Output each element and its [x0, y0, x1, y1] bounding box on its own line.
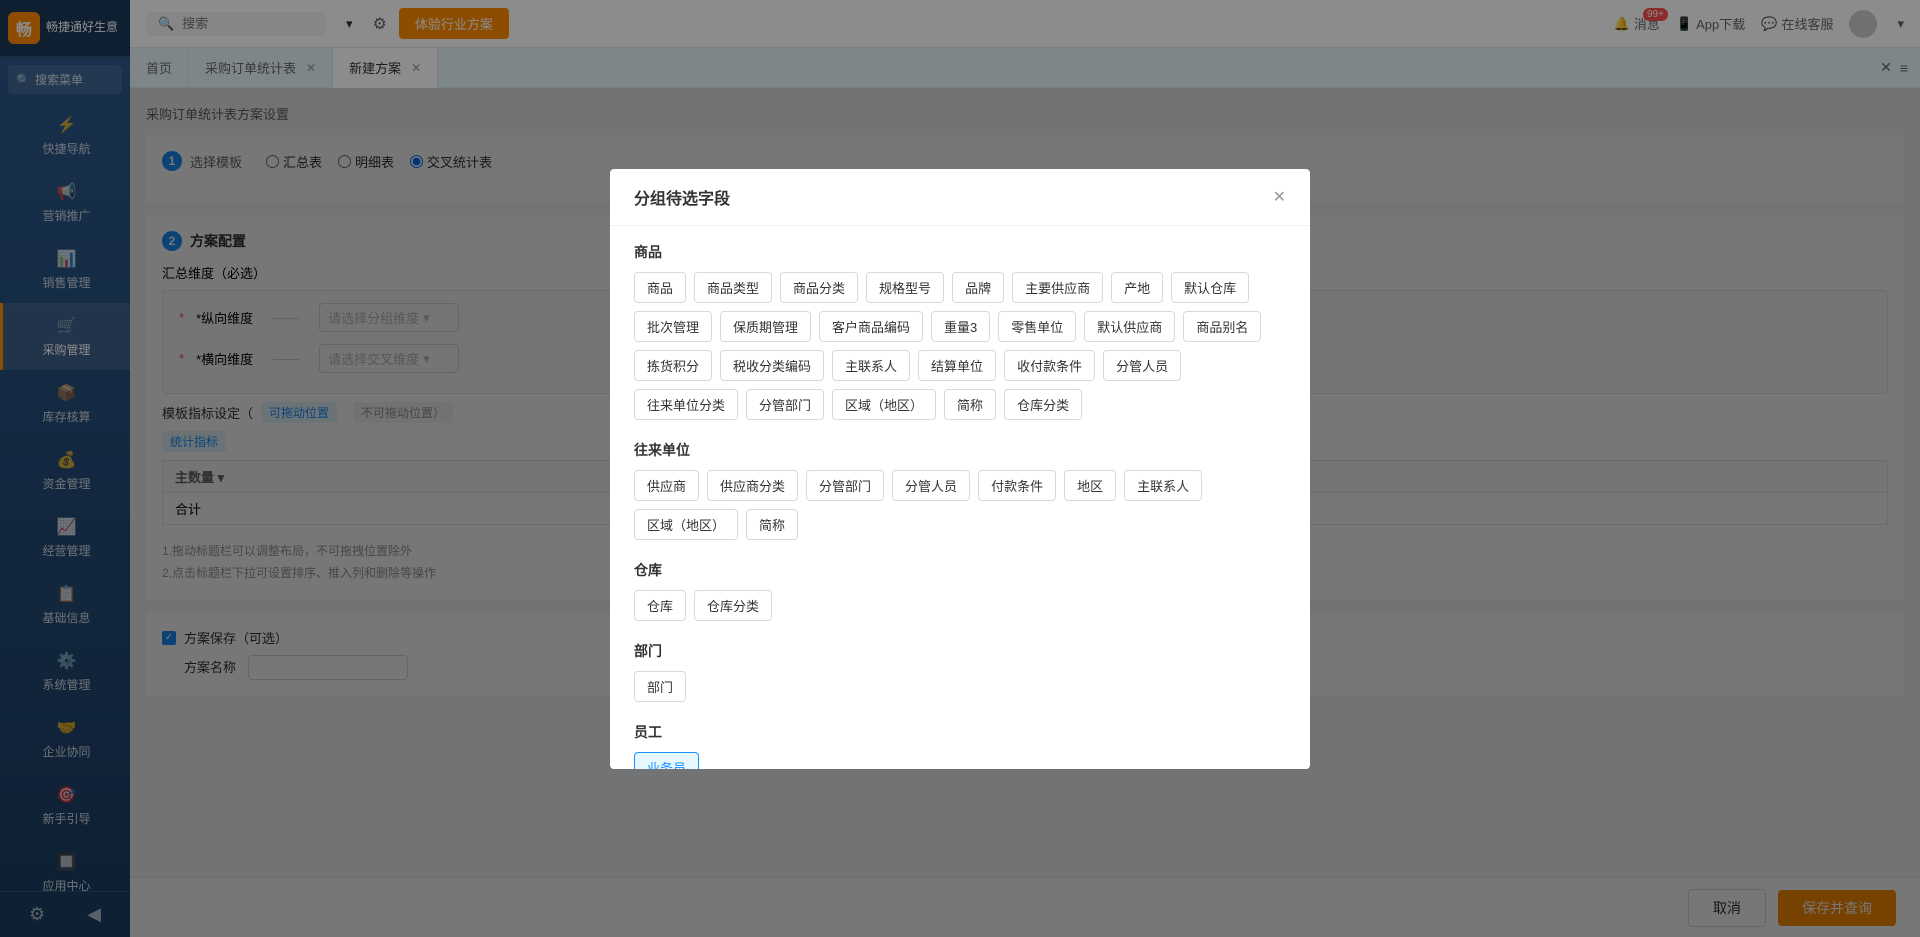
modal-title: 分组待选字段 [634, 185, 730, 209]
field-tag[interactable]: 保质期管理 [720, 311, 811, 342]
field-tag[interactable]: 供应商 [634, 470, 699, 501]
modal-header: 分组待选字段 ✕ [610, 169, 1310, 226]
goods-tags: 商品商品类型商品分类规格型号品牌主要供应商产地默认仓库批次管理保质期管理客户商品… [634, 272, 1286, 420]
field-tag[interactable]: 简称 [746, 509, 798, 540]
field-tag[interactable]: 业务员 [634, 752, 699, 769]
field-tag[interactable]: 仓库分类 [694, 590, 772, 621]
field-tag[interactable]: 批次管理 [634, 311, 712, 342]
field-tag[interactable]: 供应商分类 [707, 470, 798, 501]
modal-overlay: 分组待选字段 ✕ 商品 商品商品类型商品分类规格型号品牌主要供应商产地默认仓库批… [0, 0, 1920, 937]
field-section-dept: 部门 部门 [634, 641, 1286, 702]
field-tag[interactable]: 拣货积分 [634, 350, 712, 381]
field-tag[interactable]: 税收分类编码 [720, 350, 824, 381]
section-title-partner: 往来单位 [634, 440, 1286, 460]
field-tag[interactable]: 默认供应商 [1084, 311, 1175, 342]
section-title-employee: 员工 [634, 722, 1286, 742]
field-tag[interactable]: 地区 [1064, 470, 1116, 501]
field-section-partner: 往来单位 供应商供应商分类分管部门分管人员付款条件地区主联系人区域（地区） 简称 [634, 440, 1286, 540]
field-tag[interactable]: 商品别名 [1183, 311, 1261, 342]
field-tag[interactable]: 分管人员 [1103, 350, 1181, 381]
field-tag[interactable]: 仓库 [634, 590, 686, 621]
warehouse-tags: 仓库仓库分类 [634, 590, 1286, 621]
field-tag[interactable]: 分管部门 [806, 470, 884, 501]
field-tag[interactable]: 主联系人 [1124, 470, 1202, 501]
field-tag[interactable]: 商品分类 [780, 272, 858, 303]
field-tag[interactable]: 区域（地区） [832, 389, 936, 420]
field-tag[interactable]: 默认仓库 [1171, 272, 1249, 303]
field-tag[interactable]: 商品 [634, 272, 686, 303]
field-tag[interactable]: 区域（地区） [634, 509, 738, 540]
field-tag[interactable]: 主要供应商 [1012, 272, 1103, 303]
field-tag[interactable]: 主联系人 [832, 350, 910, 381]
field-tag[interactable]: 客户商品编码 [819, 311, 923, 342]
field-tag[interactable]: 结算单位 [918, 350, 996, 381]
modal-body[interactable]: 商品 商品商品类型商品分类规格型号品牌主要供应商产地默认仓库批次管理保质期管理客… [610, 226, 1310, 769]
field-tag[interactable]: 仓库分类 [1004, 389, 1082, 420]
field-tag[interactable]: 部门 [634, 671, 686, 702]
field-tag[interactable]: 重量3 [931, 311, 990, 342]
employee-tags: 业务员 [634, 752, 1286, 769]
field-tag[interactable]: 收付款条件 [1004, 350, 1095, 381]
partner-tags: 供应商供应商分类分管部门分管人员付款条件地区主联系人区域（地区） 简称 [634, 470, 1286, 540]
field-section-employee: 员工 业务员 [634, 722, 1286, 769]
field-tag[interactable]: 商品类型 [694, 272, 772, 303]
modal-close-icon[interactable]: ✕ [1273, 187, 1286, 207]
field-section-warehouse: 仓库 仓库仓库分类 [634, 560, 1286, 621]
field-tag[interactable]: 付款条件 [978, 470, 1056, 501]
modal: 分组待选字段 ✕ 商品 商品商品类型商品分类规格型号品牌主要供应商产地默认仓库批… [610, 169, 1310, 769]
dept-tags: 部门 [634, 671, 1286, 702]
section-title-warehouse: 仓库 [634, 560, 1286, 580]
section-title-dept: 部门 [634, 641, 1286, 661]
field-tag[interactable]: 零售单位 [998, 311, 1076, 342]
field-section-goods: 商品 商品商品类型商品分类规格型号品牌主要供应商产地默认仓库批次管理保质期管理客… [634, 242, 1286, 420]
field-tag[interactable]: 分管部门 [746, 389, 824, 420]
field-tag[interactable]: 规格型号 [866, 272, 944, 303]
field-tag[interactable]: 品牌 [952, 272, 1004, 303]
section-title-goods: 商品 [634, 242, 1286, 262]
field-tag[interactable]: 简称 [944, 389, 996, 420]
field-tag[interactable]: 分管人员 [892, 470, 970, 501]
field-tag[interactable]: 产地 [1111, 272, 1163, 303]
field-tag[interactable]: 往来单位分类 [634, 389, 738, 420]
